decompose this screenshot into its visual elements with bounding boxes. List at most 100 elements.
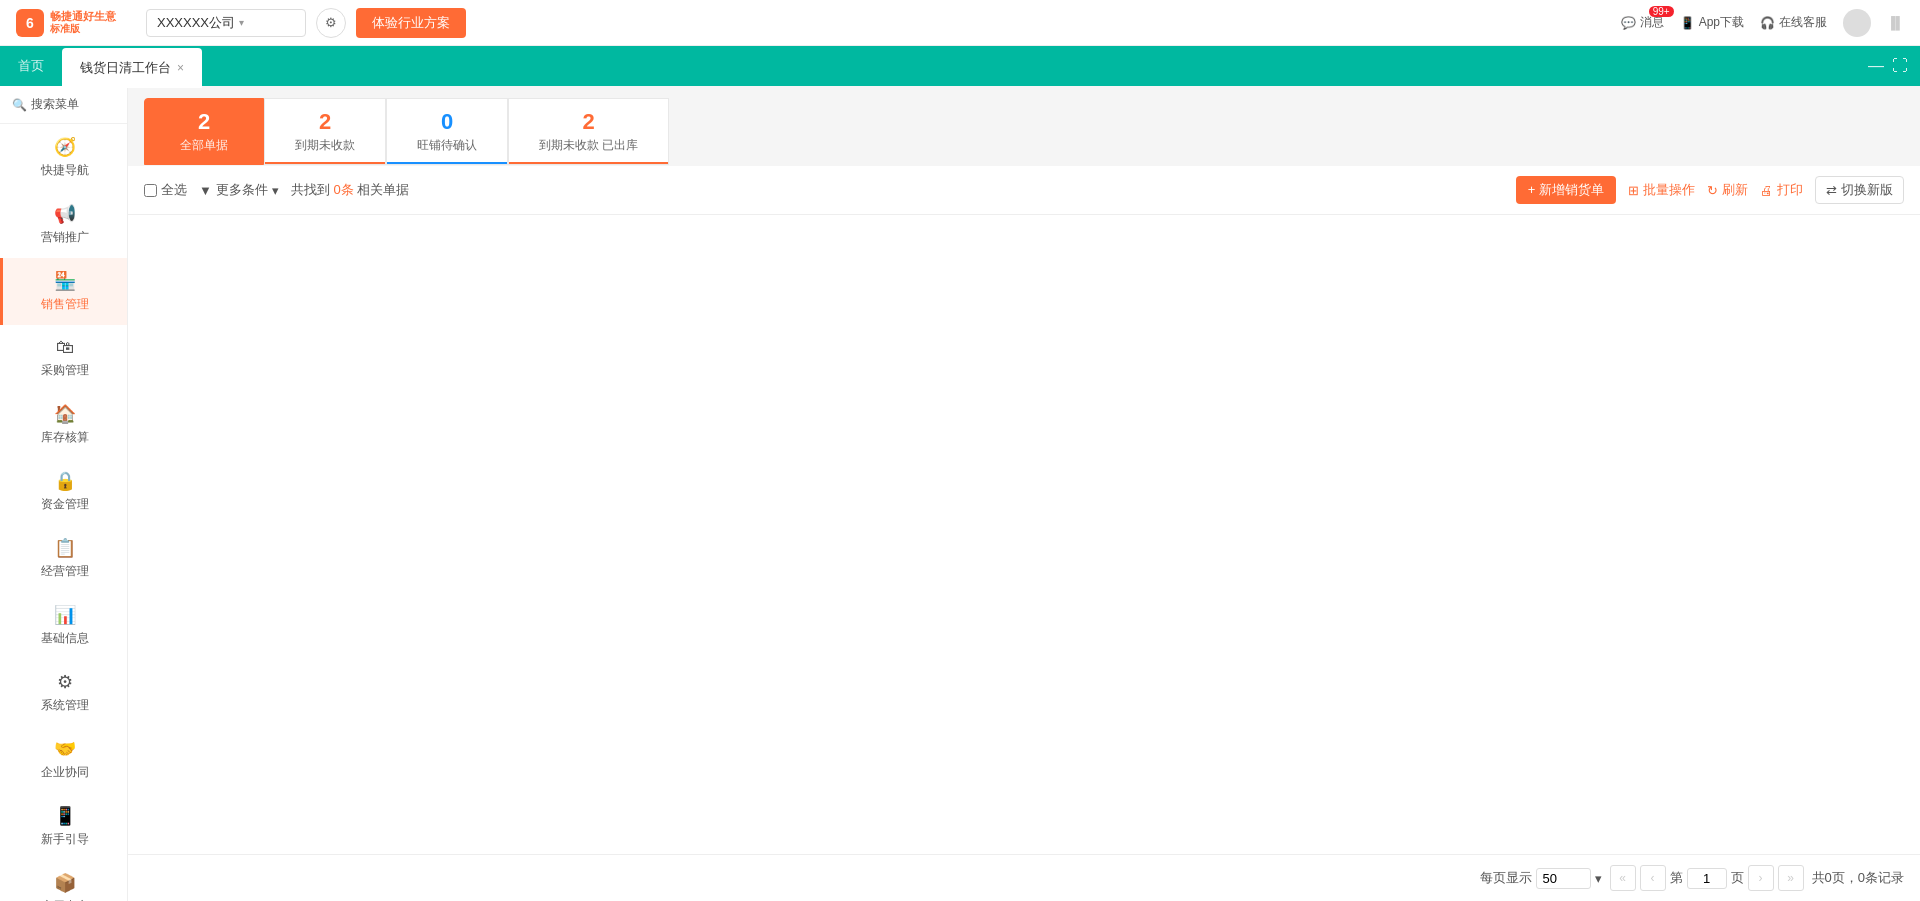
- page-size-input[interactable]: [1536, 868, 1591, 889]
- summary-tab-overdue[interactable]: 2 到期未收款: [264, 98, 386, 165]
- print-icon: 🖨: [1760, 183, 1773, 198]
- inventory-icon: 🏠: [54, 403, 76, 425]
- sidebar-item-operations[interactable]: 📋 经营管理: [0, 525, 127, 592]
- page-size-dropdown-icon[interactable]: ▾: [1595, 871, 1602, 886]
- page-size-select: 每页显示 ▾: [1480, 868, 1602, 889]
- sidebar-search[interactable]: 🔍 搜索菜单: [0, 86, 127, 124]
- finance-icon: 🔒: [54, 470, 76, 492]
- batch-label: 批量操作: [1643, 181, 1695, 199]
- sidebar-item-sales[interactable]: 🏪 销售管理: [0, 258, 127, 325]
- summary-tab-pending[interactable]: 0 旺铺待确认: [386, 98, 508, 165]
- batch-icon: ⊞: [1628, 183, 1639, 198]
- switch-version-button[interactable]: ⇄ 切换新版: [1815, 176, 1904, 204]
- sidebar-item-inventory-label: 库存核算: [41, 429, 89, 446]
- summary-tab-pending-label: 旺铺待确认: [417, 137, 477, 154]
- nav-tabs: 首页 钱货日清工作台 × — ⛶: [0, 46, 1920, 86]
- quick-nav-icon: 🧭: [54, 136, 76, 158]
- pagination: 每页显示 ▾ « ‹ 第 页 › » 共0页，0条记录: [128, 854, 1920, 901]
- nav-maximize-btn[interactable]: ⛶: [1892, 57, 1908, 75]
- select-all-checkbox[interactable]: [144, 184, 157, 197]
- top-bar-left: 6 畅捷通好生意 标准版 XXXXXX公司 ▾ ⚙ 体验行业方案: [16, 8, 466, 38]
- summary-tab-all-label: 全部单据: [180, 137, 228, 154]
- company-selector[interactable]: XXXXXX公司 ▾: [146, 9, 306, 37]
- filter-label: 更多条件: [216, 181, 268, 199]
- sidebar-item-basic-info[interactable]: 📊 基础信息: [0, 592, 127, 659]
- page-next-btn[interactable]: ›: [1748, 865, 1774, 891]
- sidebar-item-system[interactable]: ⚙ 系统管理: [0, 659, 127, 726]
- summary-tab-overdue-label: 到期未收款: [295, 137, 355, 154]
- sidebar-item-inventory[interactable]: 🏠 库存核算: [0, 391, 127, 458]
- message-button[interactable]: 💬 消息 99+: [1621, 14, 1664, 31]
- marketing-icon: 📢: [54, 203, 76, 225]
- page-nav: « ‹ 第 页 › »: [1610, 865, 1804, 891]
- toolbar-right: + 新增销货单 ⊞ 批量操作 ↻ 刷新 🖨 打印 ⇄ 切换新版: [1516, 176, 1904, 204]
- logo-area: 6 畅捷通好生意 标准版: [16, 9, 136, 37]
- print-label: 打印: [1777, 181, 1803, 199]
- sidebar: 🔍 搜索菜单 🧭 快捷导航 📢 营销推广 🏪 销售管理 🛍 采购管理 🏠 库存核…: [0, 86, 128, 901]
- refresh-icon: ↻: [1707, 183, 1718, 198]
- select-all-label[interactable]: 全选: [144, 181, 187, 199]
- basic-info-icon: 📊: [54, 604, 76, 626]
- company-name: XXXXXX公司: [157, 14, 235, 32]
- online-service-button[interactable]: 🎧 在线客服: [1760, 14, 1827, 31]
- add-sale-order-button[interactable]: + 新增销货单: [1516, 176, 1616, 204]
- app-download-button[interactable]: 📱 App下载: [1680, 14, 1744, 31]
- sidebar-item-operations-label: 经营管理: [41, 563, 89, 580]
- sidebar-item-basic-info-label: 基础信息: [41, 630, 89, 647]
- logo-icon: 6: [16, 9, 44, 37]
- tab-home[interactable]: 首页: [0, 46, 62, 86]
- logo-text: 畅捷通好生意 标准版: [50, 10, 116, 35]
- app-download-label: App下载: [1699, 14, 1744, 31]
- summary-tab-unshipped-underline: [509, 162, 668, 164]
- nav-minimize-btn[interactable]: —: [1868, 57, 1884, 75]
- online-service-label: 在线客服: [1779, 14, 1827, 31]
- tab-daily-work-label: 钱货日清工作台: [80, 59, 171, 77]
- sidebar-item-quick-nav-label: 快捷导航: [41, 162, 89, 179]
- enterprise-icon: 🤝: [54, 738, 76, 760]
- per-page-label: 每页显示: [1480, 869, 1532, 887]
- settings-button[interactable]: ⚙: [316, 8, 346, 38]
- page-first-btn[interactable]: «: [1610, 865, 1636, 891]
- sidebar-item-enterprise[interactable]: 🤝 企业协同: [0, 726, 127, 793]
- main-layout: 🔍 搜索菜单 🧭 快捷导航 📢 营销推广 🏪 销售管理 🛍 采购管理 🏠 库存核…: [0, 86, 1920, 901]
- avatar[interactable]: [1843, 9, 1871, 37]
- select-all-text: 全选: [161, 181, 187, 199]
- summary-tab-all[interactable]: 2 全部单据: [144, 98, 264, 165]
- table-area: [128, 215, 1920, 854]
- user-name[interactable]: ▐▌: [1887, 16, 1904, 30]
- trial-button[interactable]: 体验行业方案: [356, 8, 466, 38]
- sidebar-item-finance-label: 资金管理: [41, 496, 89, 513]
- summary-tab-unshipped[interactable]: 2 到期未收款 已出库: [508, 98, 669, 165]
- tab-close-icon[interactable]: ×: [177, 61, 184, 75]
- sidebar-item-purchase[interactable]: 🛍 采购管理: [0, 325, 127, 391]
- batch-operation-button[interactable]: ⊞ 批量操作: [1628, 181, 1695, 199]
- page-prev-btn[interactable]: ‹: [1640, 865, 1666, 891]
- nav-actions: — ⛶: [1868, 57, 1920, 75]
- sidebar-item-finance[interactable]: 🔒 资金管理: [0, 458, 127, 525]
- sidebar-item-marketing[interactable]: 📢 营销推广: [0, 191, 127, 258]
- sidebar-item-purchase-label: 采购管理: [41, 362, 89, 379]
- system-icon: ⚙: [57, 671, 73, 693]
- content-area: 2 全部单据 2 到期未收款 0 旺铺待确认 2 到期未收款 已出库: [128, 86, 1920, 901]
- sidebar-item-app-center[interactable]: 📦 应用中心: [0, 860, 127, 901]
- tab-daily-work[interactable]: 钱货日清工作台 ×: [62, 48, 202, 88]
- toolbar: 全选 ▼ 更多条件 ▾ 共找到 0条 相关单据 + 新增销货单 ⊞ 批量操作 ↻: [128, 166, 1920, 215]
- page-number-input[interactable]: [1687, 868, 1727, 889]
- switch-label: 切换新版: [1841, 181, 1893, 199]
- refresh-label: 刷新: [1722, 181, 1748, 199]
- page-label: 第: [1670, 869, 1683, 887]
- refresh-button[interactable]: ↻ 刷新: [1707, 181, 1748, 199]
- summary-tab-pending-underline: [387, 162, 507, 164]
- print-button[interactable]: 🖨 打印: [1760, 181, 1803, 199]
- sidebar-item-quick-nav[interactable]: 🧭 快捷导航: [0, 124, 127, 191]
- filter-button[interactable]: ▼ 更多条件 ▾: [199, 181, 279, 199]
- summary-tabs: 2 全部单据 2 到期未收款 0 旺铺待确认 2 到期未收款 已出库: [128, 86, 1920, 165]
- found-text: 共找到 0条 相关单据: [291, 181, 409, 199]
- app-center-icon: 📦: [54, 872, 76, 894]
- operations-icon: 📋: [54, 537, 76, 559]
- page-last-btn[interactable]: »: [1778, 865, 1804, 891]
- company-dropdown-icon: ▾: [239, 17, 244, 28]
- search-icon: 🔍: [12, 98, 27, 112]
- top-bar-right: 💬 消息 99+ 📱 App下载 🎧 在线客服 ▐▌: [1621, 9, 1904, 37]
- sidebar-item-guide[interactable]: 📱 新手引导: [0, 793, 127, 860]
